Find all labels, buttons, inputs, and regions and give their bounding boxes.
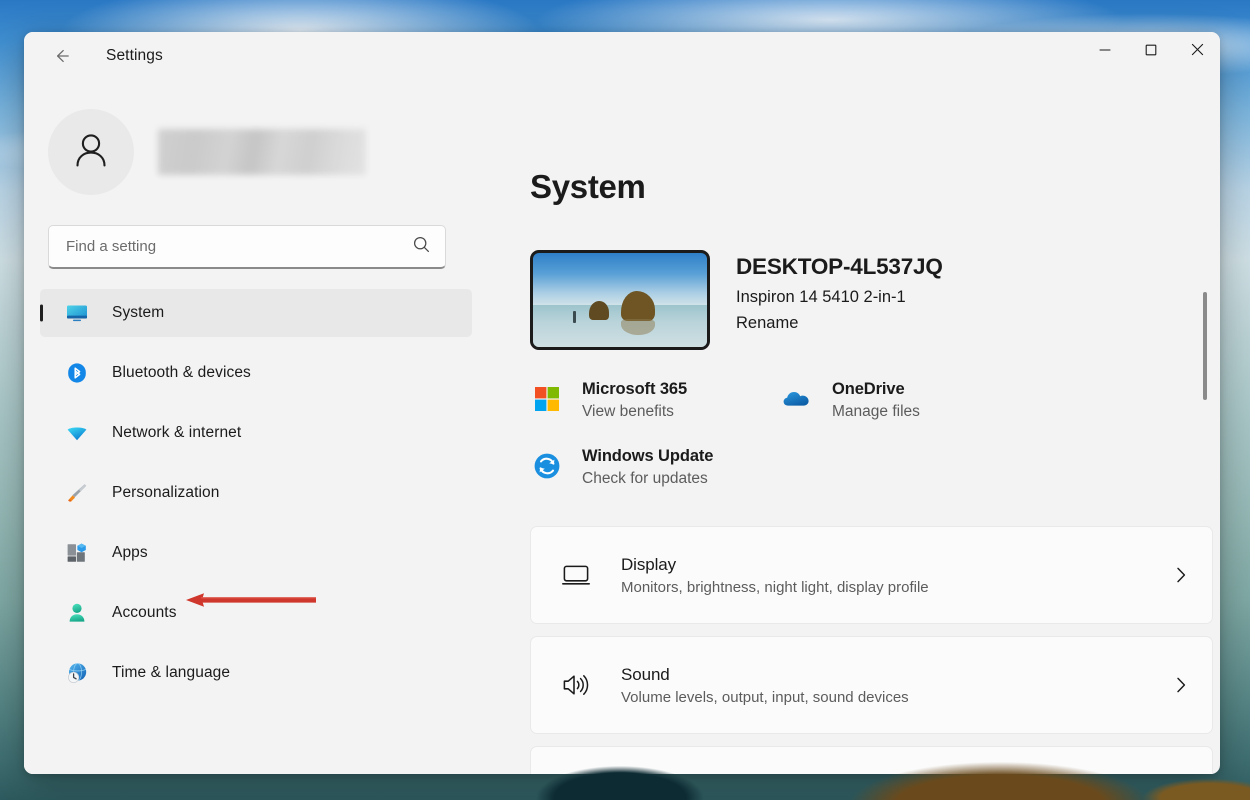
sidebar-item-apps[interactable]: Apps [40, 529, 472, 577]
settings-window: Settings [24, 32, 1220, 774]
sidebar-item-time-language[interactable]: Time & language [40, 649, 472, 697]
quicklink-subtitle: Check for updates [582, 470, 713, 488]
device-summary: DESKTOP-4L537JQ Inspiron 14 5410 2-in-1 … [530, 250, 1220, 350]
quicklink-title: OneDrive [832, 380, 920, 399]
card-subtitle: Volume levels, output, input, sound devi… [621, 689, 1170, 706]
windows-update-icon [530, 449, 564, 483]
sidebar-item-label: Bluetooth & devices [112, 364, 251, 382]
card-title: Sound [621, 665, 1170, 685]
sidebar-item-system[interactable]: System [40, 289, 472, 337]
card-title: Display [621, 555, 1170, 575]
quicklink-subtitle: View benefits [582, 403, 687, 421]
sidebar: System Bluetooth & devices [24, 80, 496, 774]
maximize-button[interactable] [1128, 32, 1174, 72]
close-icon [1191, 43, 1204, 61]
sidebar-item-personalization[interactable]: Personalization [40, 469, 472, 517]
card-subtitle: Monitors, brightness, night light, displ… [621, 579, 1170, 596]
settings-card-display[interactable]: Display Monitors, brightness, night ligh… [530, 526, 1213, 624]
sidebar-item-label: System [112, 304, 164, 322]
search-wrapper [48, 225, 472, 269]
window-controls [1082, 32, 1220, 80]
minimize-button[interactable] [1082, 32, 1128, 72]
settings-card-sound[interactable]: Sound Volume levels, output, input, soun… [530, 636, 1213, 734]
sidebar-item-label: Personalization [112, 484, 219, 502]
account-header[interactable] [48, 109, 496, 195]
chevron-right-icon [1170, 565, 1192, 585]
quicklink-title: Windows Update [582, 447, 713, 466]
close-button[interactable] [1174, 32, 1220, 72]
content-scrollbar[interactable] [1199, 158, 1211, 764]
bluetooth-icon [64, 360, 90, 386]
quicklink-windows-update[interactable]: Windows Update Check for updates [530, 447, 780, 488]
apps-grid-icon [64, 540, 90, 566]
sidebar-nav: System Bluetooth & devices [24, 289, 496, 709]
wifi-icon [64, 420, 90, 446]
device-model: Inspiron 14 5410 2-in-1 [736, 288, 943, 307]
system-monitor-icon [64, 300, 90, 326]
device-name: DESKTOP-4L537JQ [736, 254, 943, 280]
back-arrow-icon [52, 46, 72, 66]
minimize-icon [1099, 43, 1111, 61]
quicklink-onedrive[interactable]: OneDrive Manage files [780, 380, 1220, 421]
quicklink-microsoft-365[interactable]: Microsoft 365 View benefits [530, 380, 780, 421]
avatar [48, 109, 134, 195]
scrollbar-thumb[interactable] [1203, 292, 1207, 400]
device-wallpaper-thumbnail [530, 250, 710, 350]
sidebar-item-label: Network & internet [112, 424, 241, 442]
rename-link[interactable]: Rename [736, 314, 943, 333]
paintbrush-icon [64, 480, 90, 506]
search-icon[interactable] [412, 235, 431, 259]
quicklink-title: Microsoft 365 [582, 380, 687, 399]
sidebar-item-label: Accounts [112, 604, 177, 622]
microsoft-logo-icon [530, 382, 564, 416]
sidebar-item-network-internet[interactable]: Network & internet [40, 409, 472, 457]
back-button[interactable] [45, 40, 79, 72]
search-input[interactable] [66, 238, 412, 255]
speaker-icon [557, 666, 595, 704]
maximize-icon [1145, 43, 1157, 61]
sidebar-item-accounts[interactable]: Accounts [40, 589, 472, 637]
username-redacted [158, 129, 366, 175]
onedrive-cloud-icon [780, 382, 814, 416]
clock-globe-icon [64, 660, 90, 686]
settings-cards: Display Monitors, brightness, night ligh… [530, 526, 1220, 774]
sidebar-item-bluetooth-devices[interactable]: Bluetooth & devices [40, 349, 472, 397]
account-person-icon [64, 600, 90, 626]
settings-card-partial[interactable] [530, 746, 1213, 774]
app-title: Settings [106, 47, 163, 65]
page-title: System [530, 168, 1220, 206]
sidebar-item-label: Time & language [112, 664, 230, 682]
window-body: System Bluetooth & devices [24, 80, 1220, 774]
monitor-icon [557, 556, 595, 594]
main-content: System DESKTOP-4L537JQ Inspiron 14 [496, 80, 1220, 774]
person-avatar-icon [68, 127, 114, 178]
search-box[interactable] [48, 225, 446, 269]
desktop-wallpaper: Settings [0, 0, 1250, 800]
title-bar: Settings [24, 32, 1220, 80]
quick-links: Microsoft 365 View benefits [530, 380, 1220, 488]
sidebar-item-label: Apps [112, 544, 148, 562]
chevron-right-icon [1170, 675, 1192, 695]
quicklink-subtitle: Manage files [832, 403, 920, 421]
